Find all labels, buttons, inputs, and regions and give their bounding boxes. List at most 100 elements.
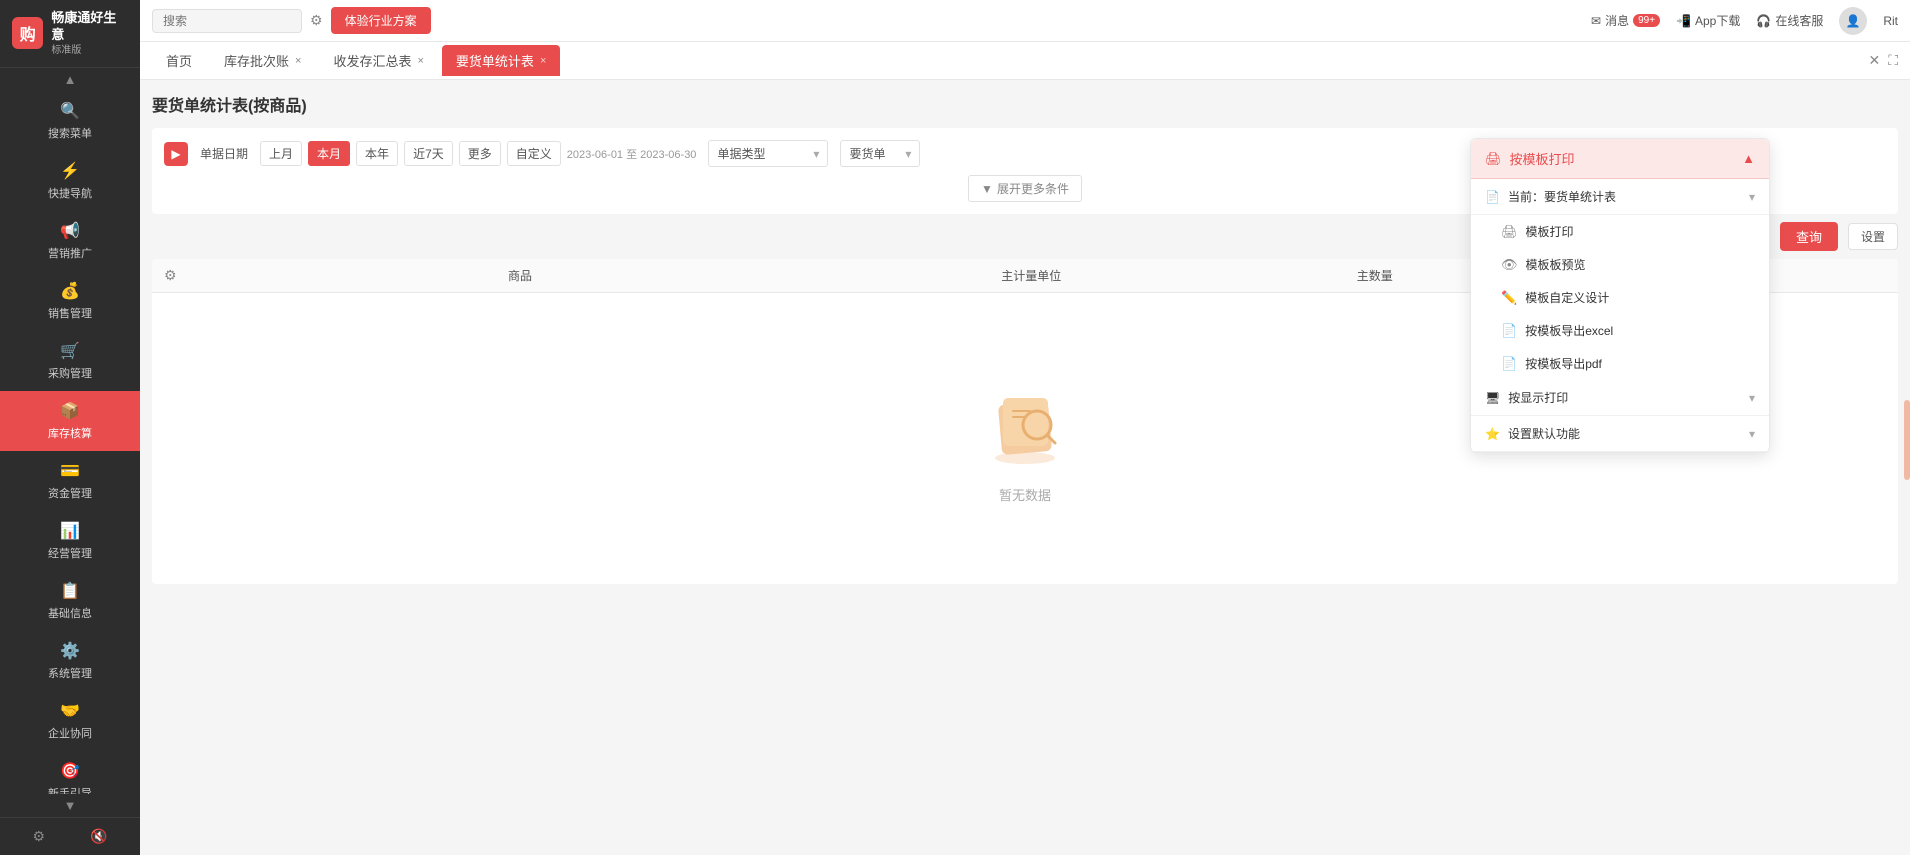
date-btn-this-month[interactable]: 本月 [308,141,350,166]
top-bar: ⚙ 体验行业方案 ✉ 消息 99+ 📲 App下载 🎧 在线客服 👤 Rit [140,0,1910,42]
template-custom-item[interactable]: ✏️ 模板自定义设计 [1471,281,1769,314]
date-btn-7days[interactable]: 近7天 [404,141,453,166]
sidebar-item-system[interactable]: ⚙️ 系统管理 [0,631,140,691]
template-excel-item[interactable]: 📄 按模板导出excel [1471,314,1769,347]
tab-receipts-summary[interactable]: 收发存汇总表 × [319,45,437,76]
template-preview-label: 模板板预览 [1526,256,1586,273]
set-default-section: ⭐ 设置默认功能 ▾ [1471,416,1769,452]
sidebar-item-label: 营销推广 [48,245,92,261]
print-dropdown-collapse[interactable]: ▲ [1742,151,1755,166]
search-input[interactable] [152,9,302,33]
chevron-down-icon: ▾ [813,147,819,161]
online-service-button[interactable]: 🎧 在线客服 [1756,12,1823,29]
order-category-select[interactable]: 要货单 ▾ [840,140,920,167]
tab-close-icon[interactable]: × [540,55,546,67]
doc-type-select[interactable]: 单据类型 ▾ [708,140,828,167]
app-download-button[interactable]: 📲 App下载 [1676,12,1740,29]
chart-icon: 📊 [60,521,80,541]
current-template-icon: 📄 [1485,190,1500,204]
trial-button[interactable]: 体验行业方案 [331,7,431,34]
tab-close-icon[interactable]: × [295,55,301,67]
template-preview-item[interactable]: 👁 模板板预览 [1471,248,1769,281]
settings-footer-icon[interactable]: ⚙ [33,828,46,845]
tab-close-icon[interactable]: × [417,55,423,67]
tab-expand-close[interactable]: ✕ [1868,52,1880,69]
sidebar: 购 畅康通好生意 标准版 ▲ 🔍 搜索菜单 ⚡ 快捷导航 📢 营销推广 💰 销售… [0,0,140,855]
display-print-left: 🖥 按显示打印 [1485,389,1568,406]
sidebar-item-purchase[interactable]: 🛒 采购管理 [0,331,140,391]
sidebar-item-base[interactable]: 📋 基础信息 [0,571,140,631]
print-icon: 🖨 [1501,224,1518,240]
tab-expand-fullscreen[interactable]: ⛶ [1888,52,1898,69]
sidebar-item-label: 快捷导航 [48,185,92,201]
set-default-header[interactable]: ⭐ 设置默认功能 ▾ [1471,416,1769,451]
settings-button[interactable]: 设置 [1848,223,1898,250]
message-label: 消息 [1605,12,1629,29]
content-area: 要货单统计表(按商品) ▶ 单据日期 上月 本月 本年 近7天 更多 自定义 2… [140,80,1910,855]
chevron-down-icon: ▾ [905,147,911,161]
query-button[interactable]: 查询 [1780,222,1838,251]
sidebar-item-label: 库存核算 [48,425,92,441]
date-filter-label: 单据日期 [200,145,248,162]
message-badge: 99+ [1633,14,1660,27]
box-icon: 📦 [60,401,80,421]
col-header-unit: 主计量单位 [864,267,1199,284]
sidebar-item-guide[interactable]: 🎯 新手引导 [0,751,140,794]
sidebar-item-inventory[interactable]: 📦 库存核算 [0,391,140,451]
scrollbar[interactable] [1904,400,1910,480]
expand-more-label: 展开更多条件 [997,180,1069,197]
sidebar-item-marketing[interactable]: 📢 营销推广 [0,211,140,271]
template-custom-label: 模板自定义设计 [1525,289,1609,306]
sidebar-item-quick-nav[interactable]: ⚡ 快捷导航 [0,151,140,211]
sidebar-item-label: 搜索菜单 [48,125,92,141]
current-template-section: 📄 当前：要货单统计表 ▾ [1471,179,1769,215]
sidebar-item-label: 采购管理 [48,365,92,381]
tab-order-stats[interactable]: 要货单统计表 × [442,45,560,76]
date-btn-last-month[interactable]: 上月 [260,141,302,166]
top-bar-right: ✉ 消息 99+ 📲 App下载 🎧 在线客服 👤 Rit [1591,7,1898,35]
filter-expand-button[interactable]: ▶ [164,142,188,166]
app-name: 畅康通好生意 [51,10,128,44]
pdf-icon: 📄 [1501,356,1517,372]
sidebar-scroll-down[interactable]: ▼ [0,794,140,817]
target-icon: 🎯 [60,761,80,781]
display-print-section: 🖥 按显示打印 ▾ [1471,380,1769,416]
tab-bar: 首页 库存批次账 × 收发存汇总表 × 要货单统计表 × ✕ ⛶ [140,42,1910,80]
empty-icon [975,373,1075,473]
settings-icon[interactable]: ⚙ [310,12,323,29]
template-pdf-item[interactable]: 📄 按模板导出pdf [1471,347,1769,380]
sidebar-item-search[interactable]: 🔍 搜索菜单 [0,91,140,151]
sidebar-item-operations[interactable]: 📊 经营管理 [0,511,140,571]
tab-home-label: 首页 [166,51,192,70]
sidebar-item-label: 经营管理 [48,545,92,561]
template-print-label: 模板打印 [1526,223,1574,240]
tab-home[interactable]: 首页 [152,45,206,76]
sidebar-item-enterprise[interactable]: 🤝 企业协同 [0,691,140,751]
date-btn-more[interactable]: 更多 [459,141,501,166]
sidebar-item-label: 系统管理 [48,665,92,681]
print-dropdown-title-area: 🖨 按模板打印 [1485,149,1575,168]
sidebar-item-label: 资金管理 [48,485,92,501]
column-settings-icon[interactable]: ⚙ [164,267,177,284]
expand-more-button[interactable]: ▼ 展开更多条件 [968,175,1082,202]
order-category-label: 要货单 [849,145,885,162]
gear-icon: ⚙️ [60,641,80,661]
template-pdf-label: 按模板导出pdf [1525,355,1602,372]
sound-footer-icon[interactable]: 🔇 [90,828,107,845]
sidebar-item-label: 企业协同 [48,725,92,741]
handshake-icon: 🤝 [60,701,80,721]
user-avatar[interactable]: 👤 [1839,7,1867,35]
message-button[interactable]: ✉ 消息 99+ [1591,12,1660,29]
search-icon: 🔍 [60,101,80,121]
display-print-label: 按显示打印 [1508,389,1568,406]
date-btn-this-year[interactable]: 本年 [356,141,398,166]
sidebar-scroll-up[interactable]: ▲ [0,68,140,91]
tab-batch-accounts[interactable]: 库存批次账 × [210,45,315,76]
template-print-item[interactable]: 🖨 模板打印 [1471,215,1769,248]
display-print-header[interactable]: 🖥 按显示打印 ▾ [1471,380,1769,415]
date-btn-custom[interactable]: 自定义 [507,141,561,166]
print-dropdown-controls: ▲ [1742,151,1755,166]
sidebar-item-finance[interactable]: 💳 资金管理 [0,451,140,511]
sidebar-item-sales[interactable]: 💰 销售管理 [0,271,140,331]
current-template-header[interactable]: 📄 当前：要货单统计表 ▾ [1471,179,1769,214]
